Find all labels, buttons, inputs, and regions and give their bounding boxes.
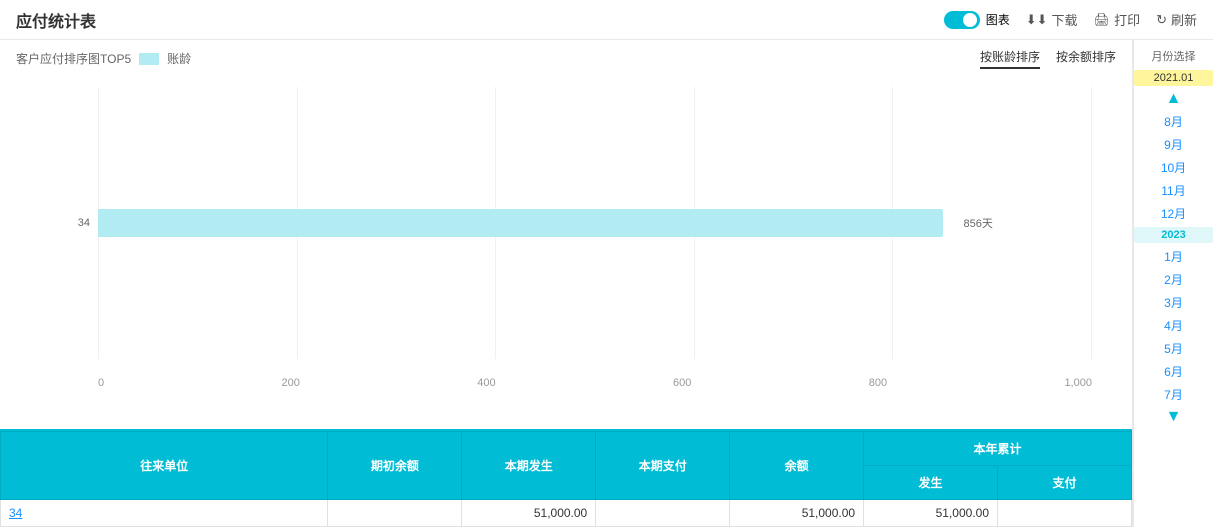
page-title: 应付统计表 [16,8,96,32]
sidebar-current-year[interactable]: 2021.01 [1134,70,1213,86]
sidebar: 月份选择 2021.01 ▲ 8月 9月 10月 11月 12月 2023 1月… [1133,40,1213,527]
th-ye: 余额 [730,432,864,500]
sidebar-month-3[interactable]: 3月 [1134,291,1213,314]
refresh-button[interactable]: ↻ 刷新 [1156,10,1197,29]
th-bqzf: 本期支付 [596,432,730,500]
bar-end-label: 856天 [964,215,993,231]
x-tick-5: 1,000 [1064,377,1092,389]
bar-track: 856天 [98,209,1092,237]
legend-text: 客户应付排序图TOP5 [16,50,131,67]
download-icon: ⬇ [1026,12,1048,28]
th-bnljzf: 支付 [998,466,1132,500]
print-label: 打印 [1114,10,1140,29]
unit-link[interactable]: 34 [9,506,22,520]
legend-box-label: 账龄 [167,50,191,67]
cell-ye: 51,000.00 [730,500,864,527]
download-button[interactable]: ⬇ 下载 [1026,10,1078,29]
sidebar-title: 月份选择 [1152,44,1196,68]
chart-toggle[interactable] [944,11,980,29]
data-table: 往来单位 期初余额 本期发生 本期支付 余额 本年累计 发生 支付 [0,431,1132,527]
sidebar-month-11[interactable]: 11月 [1134,179,1213,202]
header-actions: 图表 ⬇ 下载 🖨 打印 ↻ 刷新 [944,10,1197,29]
chart-inner: 34 856天 0 200 400 600 [60,87,1092,389]
sidebar-month-12[interactable]: 12月 [1134,202,1213,225]
th-unit: 往来单位 [1,432,328,500]
th-bncj-group: 本年累计 [864,432,1132,466]
sidebar-nav-up[interactable]: ▲ [1164,88,1184,110]
chart-bars: 34 856天 [60,87,1092,359]
sidebar-month-5[interactable]: 5月 [1134,337,1213,360]
sidebar-month-10[interactable]: 10月 [1134,156,1213,179]
print-button[interactable]: 🖨 打印 [1094,10,1141,29]
x-axis: 0 200 400 600 800 1,000 [60,377,1092,389]
chart-area: 客户应付排序图TOP5 账龄 按账龄排序 按余额排序 [0,40,1132,527]
bar-row-1: 34 856天 [60,209,1092,237]
sidebar-nav-down[interactable]: ▼ [1164,406,1184,428]
sidebar-month-7[interactable]: 7月 [1134,383,1213,406]
sidebar-month-9[interactable]: 9月 [1134,133,1213,156]
refresh-icon: ↻ [1156,12,1167,28]
sidebar-month-1[interactable]: 1月 [1134,245,1213,268]
th-bnljfs: 发生 [864,466,998,500]
sort-tabs: 按账龄排序 按余额排序 [980,48,1116,69]
x-tick-1: 200 [282,377,300,389]
x-tick-0: 0 [98,377,104,389]
sidebar-month-8[interactable]: 8月 [1134,110,1213,133]
table-header-row: 往来单位 期初余额 本期发生 本期支付 余额 本年累计 [1,432,1132,466]
x-tick-4: 800 [869,377,887,389]
legend-box [139,53,159,65]
cell-qc [328,500,462,527]
x-tick-3: 600 [673,377,691,389]
chart-header: 客户应付排序图TOP5 账龄 按账龄排序 按余额排序 [0,40,1132,77]
x-tick-2: 400 [477,377,495,389]
bar-chart: 34 856天 0 200 400 600 [0,77,1132,429]
table-area: 往来单位 期初余额 本期发生 本期支付 余额 本年累计 发生 支付 [0,429,1132,527]
bar-row-label: 34 [60,217,90,229]
cell-unit: 34 [1,500,328,527]
bar-fill: 856天 [98,209,943,237]
table-row: 34 51,000.00 51,000.00 51,000.00 [1,500,1132,527]
header: 应付统计表 图表 ⬇ 下载 🖨 打印 ↻ 刷新 [0,0,1213,40]
th-qc: 期初余额 [328,432,462,500]
table-container: 往来单位 期初余额 本期发生 本期支付 余额 本年累计 发生 支付 [0,431,1132,527]
toggle-label: 图表 [986,11,1010,28]
sidebar-month-4[interactable]: 4月 [1134,314,1213,337]
chart-toggle-wrap: 图表 [944,11,1010,29]
sidebar-year-2023[interactable]: 2023 [1134,227,1213,243]
cell-bnljzf [998,500,1132,527]
cell-bqfs: 51,000.00 [462,500,596,527]
sort-tab-age[interactable]: 按账龄排序 [980,48,1040,69]
main-content: 客户应付排序图TOP5 账龄 按账龄排序 按余额排序 [0,40,1213,527]
cell-bnljfs: 51,000.00 [864,500,998,527]
print-icon: 🖨 [1094,12,1111,28]
sidebar-month-6[interactable]: 6月 [1134,360,1213,383]
download-label: 下载 [1052,10,1078,29]
sort-tab-balance[interactable]: 按余额排序 [1056,48,1116,69]
refresh-label: 刷新 [1171,10,1197,29]
cell-bqzf [596,500,730,527]
chart-legend: 客户应付排序图TOP5 账龄 [16,50,191,67]
sidebar-month-2[interactable]: 2月 [1134,268,1213,291]
th-bqfs: 本期发生 [462,432,596,500]
